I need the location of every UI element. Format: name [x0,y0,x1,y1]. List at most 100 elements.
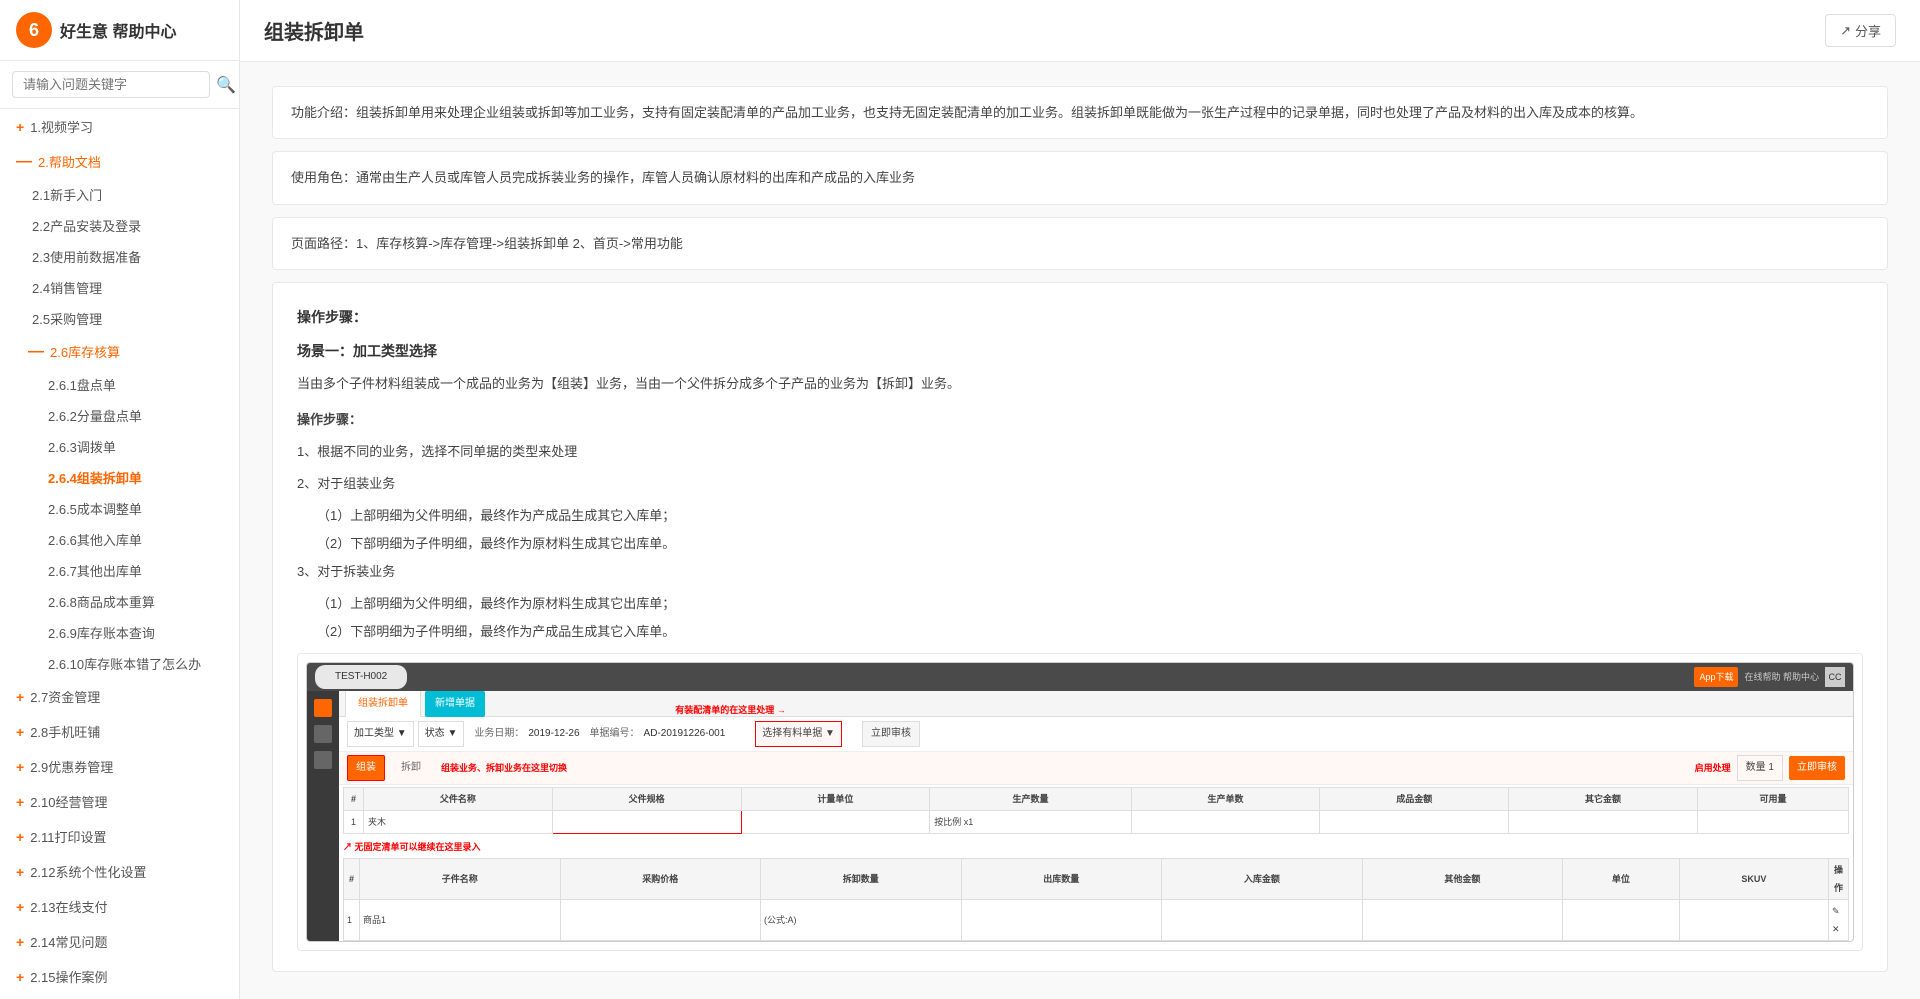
sidebar-item-video[interactable]: + 1.视频学习 [0,109,239,144]
sidebar-item-262[interactable]: 2.6.2分量盘点单 [0,400,239,431]
sidebar-item-label: 2.14常见问题 [30,932,107,951]
mock-bth-other: 其他金额 [1362,859,1563,900]
search-input[interactable] [12,71,210,98]
sidebar-item-docs[interactable]: — 2.帮助文档 [0,144,239,179]
mock-tab-new: 新增单据 [425,691,485,717]
mock-brow1-dqty: (公式:A) [761,900,962,941]
sidebar-item-261[interactable]: 2.6.1盘点单 [0,369,239,400]
sidebar-item-265[interactable]: 2.6.5成本调整单 [0,493,239,524]
mock-status-select: 状态 ▼ [418,721,465,747]
sidebar-item-2610[interactable]: 2.6.10库存账本错了怎么办 [0,648,239,679]
sidebar-item-label: 2.15操作案例 [30,967,107,986]
sidebar-item-213[interactable]: + 2.13在线支付 [0,889,239,924]
mock-th-avail: 可用量 [1697,788,1848,811]
sidebar-item-label: 2.8手机旺铺 [30,722,100,741]
expand-212-icon: + [16,864,24,880]
mock-th-no: # [344,788,364,811]
mock-th-amount: 成品金额 [1320,788,1509,811]
mock-brow2-price [560,941,761,942]
brand-title: 好生意 帮助中心 [60,18,176,42]
annotation-no-bom: ↗ 无固定清单可以继续在这里录入 [343,838,1849,856]
sidebar-item-212[interactable]: + 2.12系统个性化设置 [0,854,239,889]
path-text: 页面路径：1、库存核算->库存管理->组装拆卸单 2、首页->常用功能 [291,236,683,251]
sidebar-item-label: 2.13在线支付 [30,897,107,916]
sidebar-item-210[interactable]: + 2.10经营管理 [0,784,239,819]
sidebar-item-263[interactable]: 2.6.3调拨单 [0,431,239,462]
mock-bth-price: 采购价格 [560,859,761,900]
sidebar-item-23[interactable]: 2.3使用前数据准备 [0,241,239,272]
mock-th-parent-spec: 父件规格 [552,788,741,811]
mock-row1-porders [1131,811,1320,834]
mock-enable-btn: 立即审核 [862,721,920,747]
sidebar-item-22[interactable]: 2.2产品安装及登录 [0,210,239,241]
page-title: 组装拆卸单 [264,16,364,45]
scenario1-desc: 当由多个子件材料组装成一个成品的业务为【组装】业务，当由一个父件拆分成多个子产品… [297,371,1863,397]
intro-block: 功能介绍：组装拆卸单用来处理企业组装或拆卸等加工业务，支持有固定装配清单的产品加… [272,86,1888,139]
expand-icon: + [16,119,24,135]
mock-row1-avail [1697,811,1848,834]
mock-date: 2019-12-26 [528,724,579,744]
sidebar-item-26[interactable]: — 2.6库存核算 [0,334,239,369]
mock-row1-spec [552,811,741,834]
mock-sidebar-icon1 [314,699,332,717]
sidebar-item-27[interactable]: + 2.7资金管理 [0,679,239,714]
expand-27-icon: + [16,689,24,705]
mock-assemble-tab: 组装 [347,755,385,781]
mock-brow1-name: 商品1 [360,900,561,941]
mock-qty: 数量 1 [1737,755,1783,781]
expand-28-icon: + [16,724,24,740]
sidebar-item-269[interactable]: 2.6.9库存账本查询 [0,617,239,648]
mock-url-bar: TEST-H002 [315,665,407,689]
mock-app-btn: App下载 [1694,667,1738,687]
sidebar-item-21[interactable]: 2.1新手入门 [0,179,239,210]
sidebar-item-25[interactable]: 2.5采购管理 [0,303,239,334]
steps-title2: 操作步骤： [297,407,1863,433]
search-button[interactable]: 🔍 [216,75,236,95]
sidebar-item-264[interactable]: 2.6.4组装拆卸单 [0,462,239,493]
mock-save-btn: 立即审核 [1789,756,1845,780]
mock-bth-in-amount: 入库金额 [1162,859,1363,900]
mock-screen: TEST-H002 App下载 在线帮助 帮助中心 CC [306,662,1854,942]
mock-brow2-sku [1679,941,1828,942]
annotation-enable: 启用处理 [1695,759,1731,777]
sidebar-item-266[interactable]: 2.6.6其他入库单 [0,524,239,555]
sidebar-header: 6 好生意 帮助中心 [0,0,239,61]
mock-bth-no: # [344,859,360,900]
expand-215-icon: + [16,969,24,985]
sidebar-item-28[interactable]: + 2.8手机旺铺 [0,714,239,749]
search-box: 🔍 [0,61,239,109]
expand-29-icon: + [16,759,24,775]
mock-bth-disassemble-qty: 拆卸数量 [761,859,962,900]
sidebar-item-268[interactable]: 2.6.8商品成本重算 [0,586,239,617]
mock-brow2-oqty: M1 [961,941,1162,942]
mock-brow2-name: 商品2 [360,941,561,942]
share-button[interactable]: ↗ 分享 [1825,14,1896,47]
mock-brow1-oamt [1362,900,1563,941]
sidebar-item-214[interactable]: + 2.14常见问题 [0,924,239,959]
steps-block: 操作步骤： 场景一：加工类型选择 当由多个子件材料组装成一个成品的业务为【组装】… [272,282,1888,972]
mock-row1-unit [741,811,930,834]
expand-211-icon: + [16,829,24,845]
sidebar-item-215[interactable]: + 2.15操作案例 [0,959,239,994]
logo-icon: 6 [16,12,52,48]
mock-bth-unit: 单位 [1563,859,1680,900]
expand-213-icon: + [16,899,24,915]
sidebar-item-267[interactable]: 2.6.7其他出库单 [0,555,239,586]
sidebar-item-211[interactable]: + 2.11打印设置 [0,819,239,854]
expand-214-icon: + [16,934,24,950]
step2-sub1: （1）上部明细为父件明细，最终作为产成品生成其它入库单； [317,503,1863,529]
sidebar: 6 好生意 帮助中心 🔍 + 1.视频学习 — 2.帮助文档 2.1新手入门 2… [0,0,240,999]
sidebar-item-label: 2.6库存核算 [50,342,120,361]
mock-brow1-oqty [961,900,1162,941]
sidebar-item-29[interactable]: + 2.9优惠券管理 [0,749,239,784]
mock-th-prod-qty: 生产数量 [930,788,1131,811]
intro-text: 功能介绍：组装拆卸单用来处理企业组装或拆卸等加工业务，支持有固定装配清单的产品加… [291,105,1643,120]
annotation-type-switch: 组装业务、拆卸业务在这里切换 [441,759,567,777]
mock-tab-active: 组装拆卸单 [345,691,421,717]
mock-row1-pqty: 按比例 x1 [930,811,1131,834]
mock-brow1-sku [1679,900,1828,941]
mock-row1-name: 夹木 [364,811,553,834]
sidebar-item-24[interactable]: 2.4销售管理 [0,272,239,303]
sidebar-item-label: 1.视频学习 [30,117,93,136]
expand-210-icon: + [16,794,24,810]
